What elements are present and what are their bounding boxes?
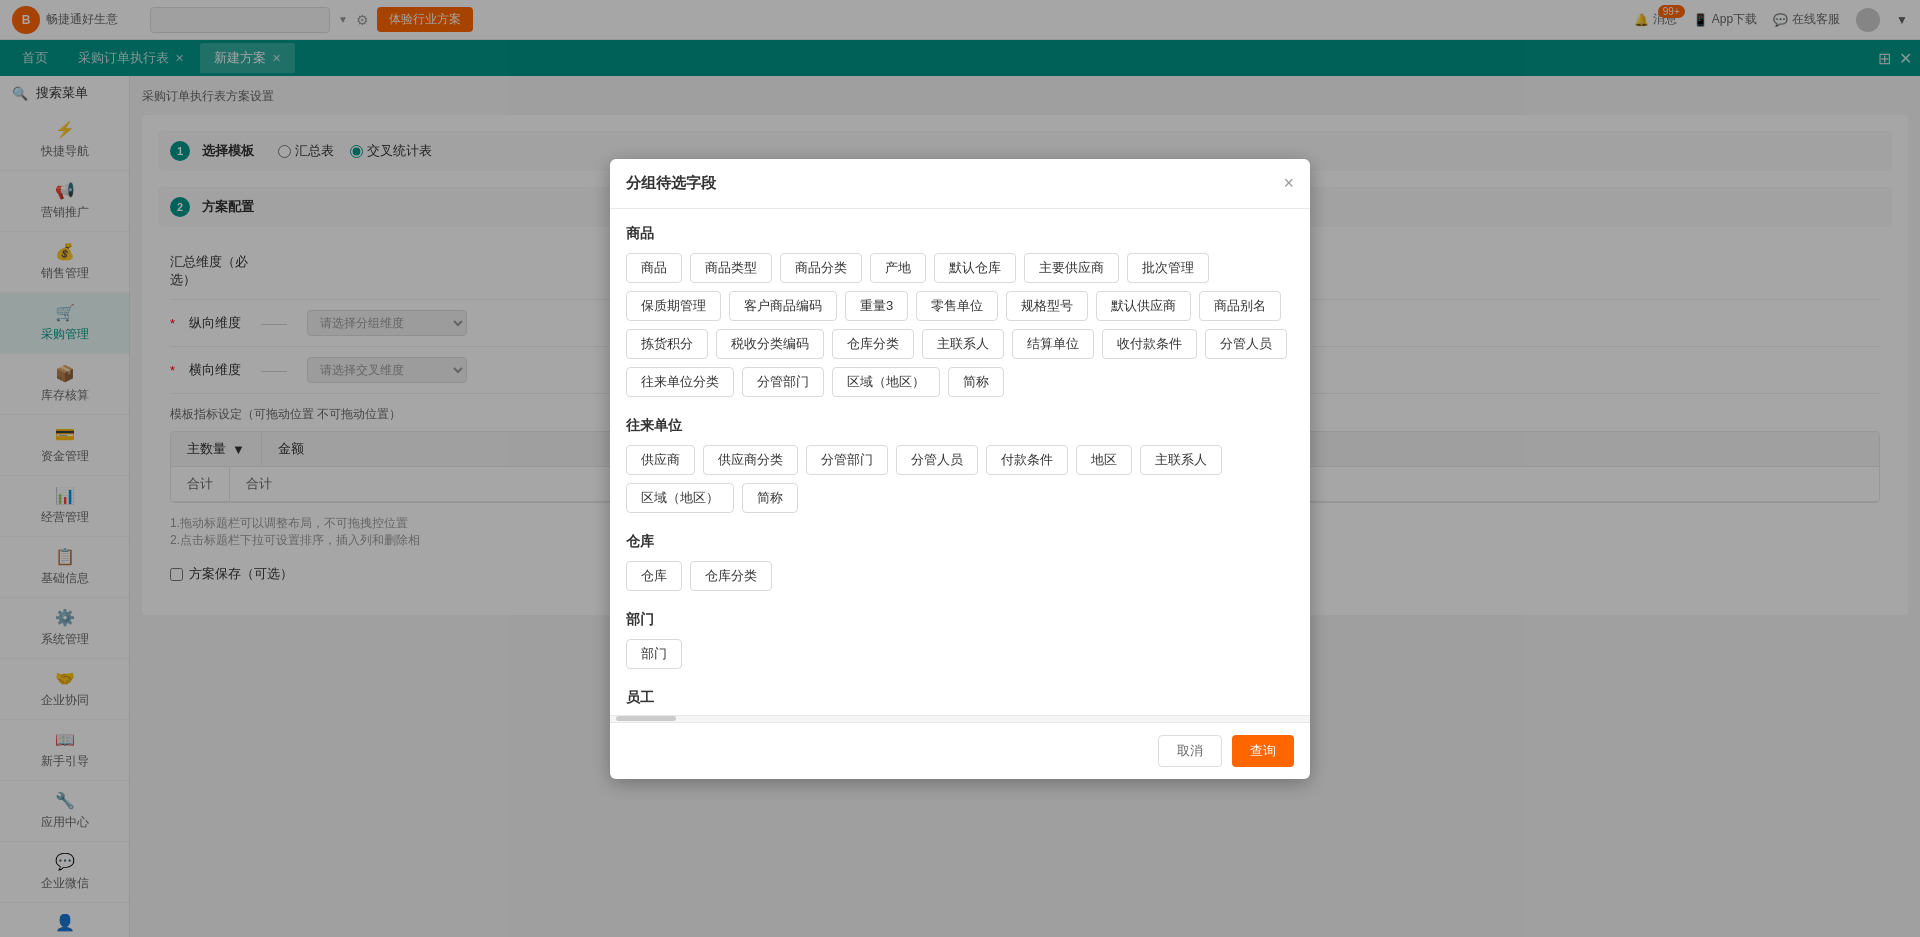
field-group-employee: 员工 业务员: [626, 689, 1294, 716]
field-tag-warehouse-category[interactable]: 仓库分类: [832, 329, 914, 359]
field-group-employee-title: 员工: [626, 689, 1294, 707]
field-tag-supplier[interactable]: 供应商: [626, 445, 695, 475]
field-group-department-title: 部门: [626, 611, 1294, 629]
field-tag-goods-alias[interactable]: 商品别名: [1199, 291, 1281, 321]
field-group-goods-title: 商品: [626, 225, 1294, 243]
field-tag-region2[interactable]: 区域（地区）: [626, 483, 734, 513]
field-tag-payment-terms[interactable]: 收付款条件: [1102, 329, 1197, 359]
field-tag-weight[interactable]: 重量3: [845, 291, 908, 321]
field-tag-supplier-category[interactable]: 供应商分类: [703, 445, 798, 475]
field-tag-goods-type[interactable]: 商品类型: [690, 253, 772, 283]
field-tag-department[interactable]: 部门: [626, 639, 682, 669]
field-group-warehouse: 仓库 仓库 仓库分类: [626, 533, 1294, 591]
field-group-goods: 商品 商品 商品类型 商品分类 产地 默认仓库 主要供应商 批次管理 保质期管理…: [626, 225, 1294, 397]
field-tags-goods: 商品 商品类型 商品分类 产地 默认仓库 主要供应商 批次管理 保质期管理 客户…: [626, 253, 1294, 397]
field-tag-default-supplier[interactable]: 默认供应商: [1096, 291, 1191, 321]
field-group-warehouse-title: 仓库: [626, 533, 1294, 551]
field-tag-supervisor[interactable]: 分管人员: [1205, 329, 1287, 359]
field-tag-abbr2[interactable]: 简称: [742, 483, 798, 513]
field-tag-main-contact[interactable]: 主联系人: [922, 329, 1004, 359]
field-tags-warehouse: 仓库 仓库分类: [626, 561, 1294, 591]
field-tags-department: 部门: [626, 639, 1294, 669]
field-select-dialog: 分组待选字段 × 商品 商品 商品类型 商品分类 产地 默认仓库 主要供应商 批…: [610, 159, 1310, 779]
dialog-close-button[interactable]: ×: [1283, 173, 1294, 194]
field-tag-pick-points[interactable]: 拣货积分: [626, 329, 708, 359]
field-tag-area[interactable]: 地区: [1076, 445, 1132, 475]
dialog-confirm-button[interactable]: 查询: [1232, 735, 1294, 767]
dialog-header: 分组待选字段 ×: [610, 159, 1310, 209]
dialog-body: 商品 商品 商品类型 商品分类 产地 默认仓库 主要供应商 批次管理 保质期管理…: [610, 209, 1310, 716]
field-tag-origin[interactable]: 产地: [870, 253, 926, 283]
dialog-cancel-button[interactable]: 取消: [1158, 735, 1222, 767]
field-tag-settlement-unit[interactable]: 结算单位: [1012, 329, 1094, 359]
field-tag-abbr[interactable]: 简称: [948, 367, 1004, 397]
field-tag-goods-category[interactable]: 商品分类: [780, 253, 862, 283]
field-group-counterpart: 往来单位 供应商 供应商分类 分管部门 分管人员 付款条件 地区 主联系人 区域…: [626, 417, 1294, 513]
field-tag-pay-terms[interactable]: 付款条件: [986, 445, 1068, 475]
field-tags-counterpart: 供应商 供应商分类 分管部门 分管人员 付款条件 地区 主联系人 区域（地区） …: [626, 445, 1294, 513]
field-tag-customer-code[interactable]: 客户商品编码: [729, 291, 837, 321]
field-tag-main-supplier[interactable]: 主要供应商: [1024, 253, 1119, 283]
field-tag-wh[interactable]: 仓库: [626, 561, 682, 591]
dialog-overlay: 分组待选字段 × 商品 商品 商品类型 商品分类 产地 默认仓库 主要供应商 批…: [0, 0, 1920, 937]
field-tag-manage-dept[interactable]: 分管部门: [806, 445, 888, 475]
field-group-department: 部门 部门: [626, 611, 1294, 669]
dialog-title: 分组待选字段: [626, 174, 716, 193]
field-tag-default-warehouse[interactable]: 默认仓库: [934, 253, 1016, 283]
field-tag-manage-person[interactable]: 分管人员: [896, 445, 978, 475]
field-tag-quality[interactable]: 保质期管理: [626, 291, 721, 321]
field-group-counterpart-title: 往来单位: [626, 417, 1294, 435]
field-tag-region[interactable]: 区域（地区）: [832, 367, 940, 397]
field-tag-batch[interactable]: 批次管理: [1127, 253, 1209, 283]
field-tag-counterpart-category[interactable]: 往来单位分类: [626, 367, 734, 397]
field-tag-spec[interactable]: 规格型号: [1006, 291, 1088, 321]
field-tag-retail-unit[interactable]: 零售单位: [916, 291, 998, 321]
field-tag-goods[interactable]: 商品: [626, 253, 682, 283]
field-tag-dept[interactable]: 分管部门: [742, 367, 824, 397]
field-tag-tax-code[interactable]: 税收分类编码: [716, 329, 824, 359]
field-tag-wh-category[interactable]: 仓库分类: [690, 561, 772, 591]
field-tag-main-contact2[interactable]: 主联系人: [1140, 445, 1222, 475]
dialog-footer: 取消 查询: [610, 722, 1310, 779]
